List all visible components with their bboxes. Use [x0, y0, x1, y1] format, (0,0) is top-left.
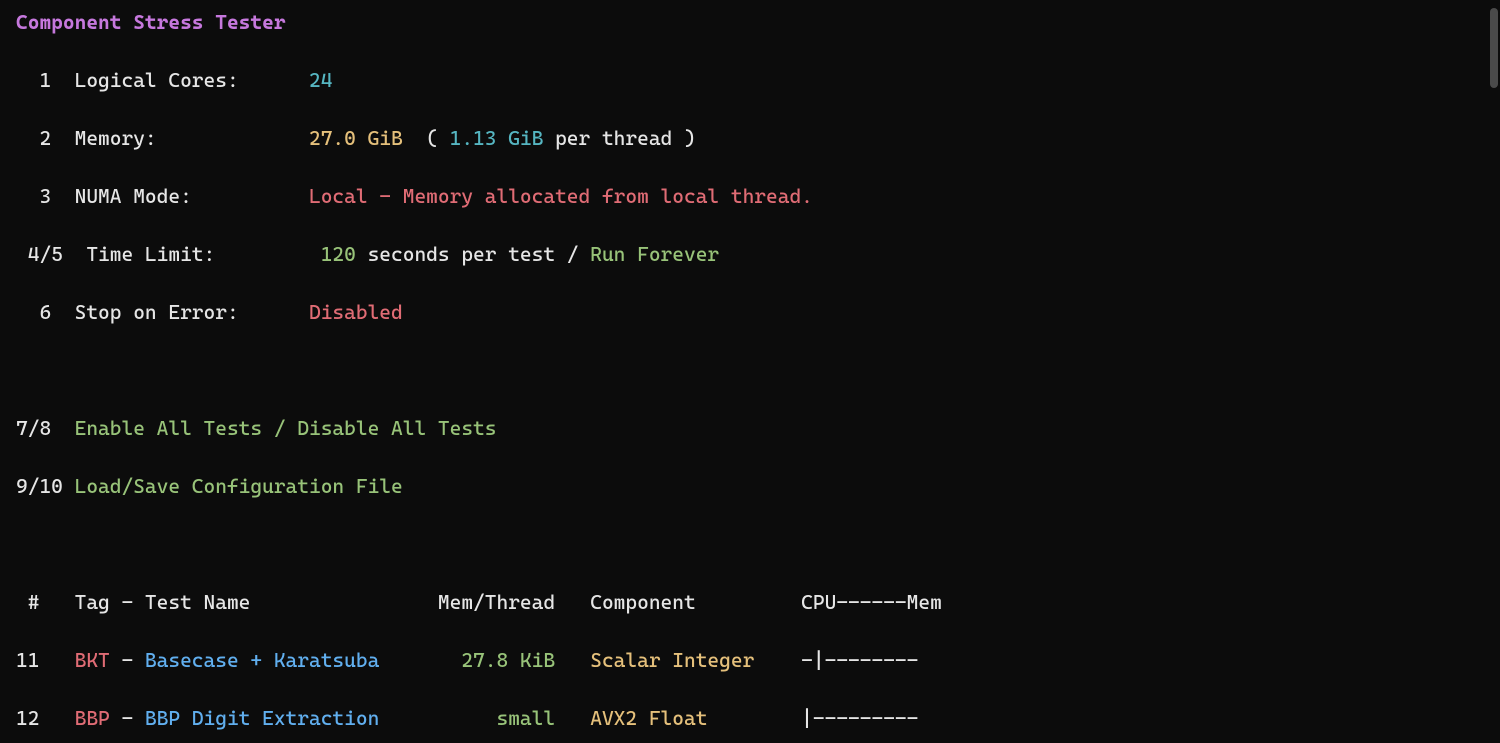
test-num: 11 [16, 648, 39, 672]
test-mem: small [438, 706, 555, 730]
setting-num: 6 [28, 300, 51, 324]
setting-num: 1 [28, 68, 51, 92]
test-row-BKT[interactable]: 11 BKT - Basecase + Karatsuba 27.8 KiB S… [16, 646, 1484, 675]
test-name: BBP Digit Extraction [145, 706, 438, 730]
setting-label: Time Limit: [86, 242, 320, 266]
setting-row-3[interactable]: 3 NUMA Mode: Local - Memory allocated fr… [16, 182, 1484, 211]
test-component: AVX2 Float [590, 706, 801, 730]
action-text: Load/Save Configuration File [75, 474, 403, 498]
setting-row-6[interactable]: 6 Stop on Error: Disabled [16, 298, 1484, 327]
scrollbar-thumb[interactable] [1490, 8, 1498, 88]
test-row-BBP[interactable]: 12 BBP - BBP Digit Extraction small AVX2… [16, 704, 1484, 733]
setting-value: Local - Memory allocated from local thre… [309, 184, 813, 208]
setting-num: 4/5 [28, 242, 63, 266]
setting-label: NUMA Mode: [75, 184, 309, 208]
setting-value: 27.0 GiB [309, 126, 403, 150]
setting-row-1[interactable]: 1 Logical Cores: 24 [16, 66, 1484, 95]
setting-row-2[interactable]: 2 Memory: 27.0 GiB ( 1.13 GiB per thread… [16, 124, 1484, 153]
app-title: Component Stress Tester [16, 10, 286, 34]
setting-row-4/5[interactable]: 4/5 Time Limit: 120 seconds per test / R… [16, 240, 1484, 269]
test-bar: -|-------- [801, 648, 918, 672]
test-num: 12 [16, 706, 39, 730]
test-name: Basecase + Karatsuba [145, 648, 438, 672]
test-component: Scalar Integer [590, 648, 801, 672]
setting-label: Memory: [75, 126, 309, 150]
setting-value: Disabled [309, 300, 403, 324]
setting-num: 3 [28, 184, 51, 208]
setting-value: 24 [309, 68, 332, 92]
test-tag: BKT [75, 648, 110, 672]
action-num: 7/8 [16, 416, 63, 440]
setting-label: Stop on Error: [75, 300, 309, 324]
action-text: Enable All Tests / Disable All Tests [75, 416, 497, 440]
test-tag: BBP [75, 706, 110, 730]
setting-label: Logical Cores: [75, 68, 309, 92]
test-mem: 27.8 KiB [438, 648, 555, 672]
action-num: 9/10 [16, 474, 63, 498]
terminal-screen: Component Stress Tester 1 Logical Cores:… [0, 0, 1500, 743]
setting-num: 2 [28, 126, 51, 150]
action-row-7/8[interactable]: 7/8 Enable All Tests / Disable All Tests [16, 414, 1484, 443]
test-bar: |--------- [801, 706, 918, 730]
action-row-9/10[interactable]: 9/10 Load/Save Configuration File [16, 472, 1484, 501]
table-header: # Tag - Test Name Mem/Thread Component C… [16, 588, 1484, 617]
setting-value: 120 [321, 242, 356, 266]
